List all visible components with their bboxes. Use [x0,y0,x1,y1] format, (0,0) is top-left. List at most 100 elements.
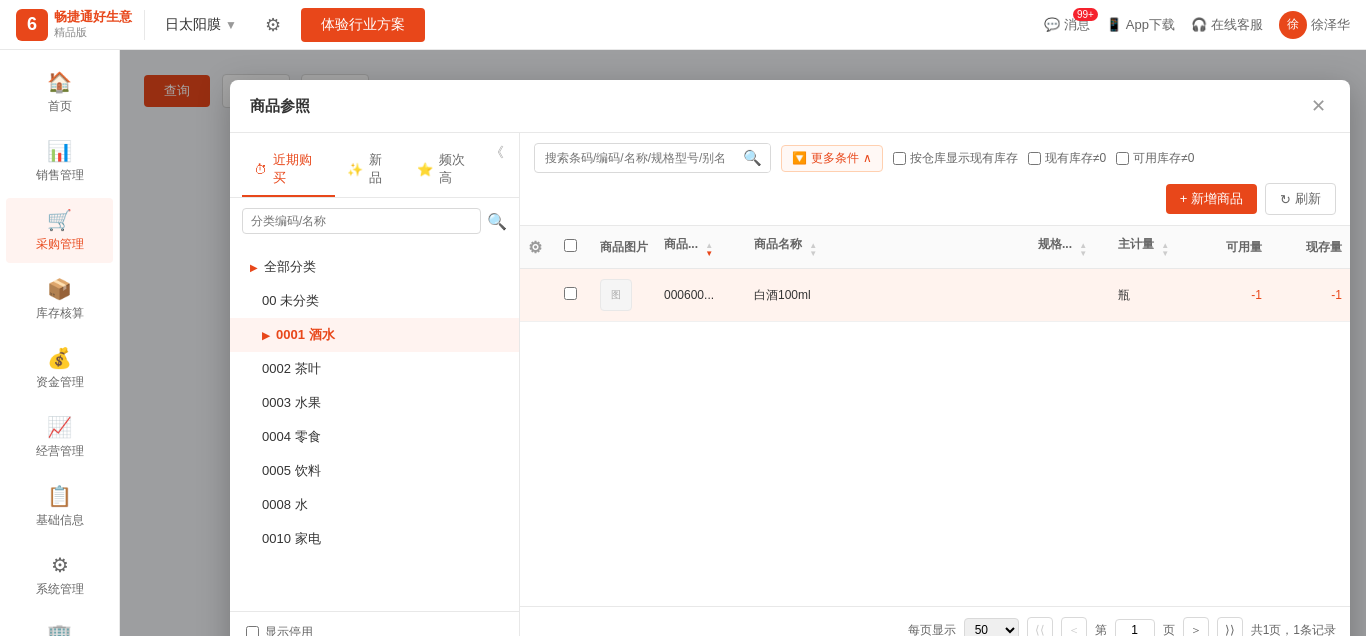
cat-item-water[interactable]: 0008 水 [230,488,519,522]
available-checkbox[interactable] [1028,152,1041,165]
category-list: ▶ 全部分类 00 未分类 ▶ 0001 酒水 0002 茶叶 [230,244,519,611]
display-disabled-checkbox[interactable] [246,626,259,636]
col-header-stock: 现存量 [1270,226,1350,269]
category-search-area: 🔍 [230,198,519,244]
row-spec-cell [1030,269,1110,322]
product-search-input[interactable] [535,146,735,170]
collapse-panel-button[interactable]: 《 [488,143,507,163]
col-header-name[interactable]: 商品名称 ▲ ▼ [746,226,1030,269]
cat-item-liquor[interactable]: ▶ 0001 酒水 [230,318,519,352]
col-header-spec[interactable]: 规格... ▲ ▼ [1030,226,1110,269]
settings-icon[interactable]: ⚙ [257,9,289,41]
mobile-icon: 📱 [1106,17,1122,32]
sidebar-label-system: 系统管理 [36,581,84,598]
table-row[interactable]: 图 000600... 白酒100ml [520,269,1350,322]
info-icon: 📋 [47,484,72,508]
prev-page-button[interactable]: ＜ [1061,617,1087,636]
col-header-code[interactable]: 商品... ▲ ▼ [656,226,746,269]
sidebar-item-basic-info[interactable]: 📋 基础信息 [6,474,113,539]
finance-icon: 💰 [47,346,72,370]
sort-spec-icon: ▲ ▼ [1079,242,1087,258]
headset-icon: 🎧 [1191,17,1207,32]
product-table: ⚙ 商品图片 商品... [520,226,1350,322]
page-label: 第 [1095,622,1107,637]
topbar-right: 💬 消息 99+ 📱 App下载 🎧 在线客服 徐 徐泽华 [1044,11,1350,39]
operations-icon: 📈 [47,415,72,439]
tab-recent-purchase[interactable]: ⏱ 近期购买 [242,143,335,197]
cat-item-snacks[interactable]: 0004 零食 [230,420,519,454]
app-download-button[interactable]: 📱 App下载 [1106,16,1175,34]
first-page-button[interactable]: ⟨⟨ [1027,617,1053,636]
page-size-select[interactable]: 10 20 50 100 [964,618,1019,636]
system-icon: ⚙ [51,553,69,577]
sidebar-item-home[interactable]: 🏠 首页 [6,60,113,125]
row-unit-cell: 瓶 [1110,269,1190,322]
page-label-2: 页 [1163,622,1175,637]
cat-item-tea[interactable]: 0002 茶叶 [230,352,519,386]
more-filters-button[interactable]: 🔽 更多条件 ∧ [781,145,883,172]
warehouse-checkbox[interactable] [893,152,906,165]
dialog-body: ⏱ 近期购买 ✨ 新品 ⭐ 频次高 《 [230,133,1350,636]
refresh-icon: ↻ [1280,192,1291,207]
sidebar-label-operations: 经营管理 [36,443,84,460]
last-page-button[interactable]: ⟩⟩ [1217,617,1243,636]
cat-item-beverages[interactable]: 0005 饮料 [230,454,519,488]
cat-item-fruit[interactable]: 0003 水果 [230,386,519,420]
usable-filter[interactable]: 可用库存≠0 [1116,150,1194,167]
tab-frequent[interactable]: ⭐ 频次高 [405,143,488,197]
messages-button[interactable]: 💬 消息 99+ [1044,16,1090,34]
logo-area: 6 畅捷通好生意 精品版 [16,9,132,41]
app-edition: 精品版 [54,25,132,40]
column-settings-icon[interactable]: ⚙ [528,239,542,256]
row-check-cell [556,269,592,322]
username: 徐泽华 [1311,16,1350,34]
col-header-unit[interactable]: 主计量 ▲ ▼ [1110,226,1190,269]
sidebar-item-operations[interactable]: 📈 经营管理 [6,405,113,470]
arrow-right-icon: ▶ [250,262,258,273]
refresh-button[interactable]: ↻ 刷新 [1265,183,1336,215]
store-selector[interactable]: 日太阳膜 ▼ [157,12,245,38]
tab-new-products[interactable]: ✨ 新品 [335,143,405,197]
available-filter[interactable]: 现有库存≠0 [1028,150,1106,167]
sidebar-label-home: 首页 [48,98,72,115]
category-search-input[interactable] [242,208,481,234]
product-search-icon[interactable]: 🔍 [735,144,770,172]
cat-label-appliances: 0010 家电 [262,530,321,548]
cat-label-liquor: 0001 酒水 [276,326,335,344]
main-area: 查询 刷新 设置 商品参照 ✕ ⏱ 近期购买 [120,50,1366,636]
next-page-button[interactable]: ＞ [1183,617,1209,636]
tab-new-label: 新品 [369,151,393,187]
row-image-cell: 图 [592,269,656,322]
sidebar-item-inventory[interactable]: 📦 库存核算 [6,267,113,332]
sidebar-item-finance[interactable]: 💰 资金管理 [6,336,113,401]
sidebar-item-system[interactable]: ⚙ 系统管理 [6,543,113,608]
sidebar-item-sales[interactable]: 📊 销售管理 [6,129,113,194]
sidebar-item-purchase[interactable]: 🛒 采购管理 [6,198,113,263]
row-checkbox[interactable] [564,287,577,300]
row-code-cell: 000600... [656,269,746,322]
product-name: 白酒100ml [754,288,811,302]
warehouse-filter[interactable]: 按仓库显示现有库存 [893,150,1018,167]
display-disabled-label: 显示停用 [265,624,313,636]
cat-label-snacks: 0004 零食 [262,428,321,446]
select-all-checkbox[interactable] [564,239,577,252]
cat-item-appliances[interactable]: 0010 家电 [230,522,519,556]
chevron-down-icon: ▼ [225,18,237,32]
app-download-label: App下载 [1126,16,1175,34]
page-number-input[interactable] [1115,619,1155,636]
sidebar-label-sales: 销售管理 [36,167,84,184]
sidebar-label-basic-info: 基础信息 [36,512,84,529]
sidebar-item-corp[interactable]: 🏢 企业协同 [6,612,113,636]
usable-checkbox[interactable] [1116,152,1129,165]
product-image: 图 [600,279,632,311]
cat-item-all[interactable]: ▶ 全部分类 [230,250,519,284]
online-service-button[interactable]: 🎧 在线客服 [1191,16,1263,34]
add-product-button[interactable]: + 新增商品 [1166,184,1257,214]
row-available-cell: -1 [1190,269,1270,322]
category-search-icon[interactable]: 🔍 [487,212,507,231]
user-area[interactable]: 徐 徐泽华 [1279,11,1350,39]
cat-item-uncategorized[interactable]: 00 未分类 [230,284,519,318]
close-icon[interactable]: ✕ [1306,94,1330,118]
pagination-bar: 每页显示 10 20 50 100 ⟨⟨ ＜ 第 页 ＞ ⟩⟩ [520,606,1350,636]
trial-button[interactable]: 体验行业方案 [301,8,425,42]
